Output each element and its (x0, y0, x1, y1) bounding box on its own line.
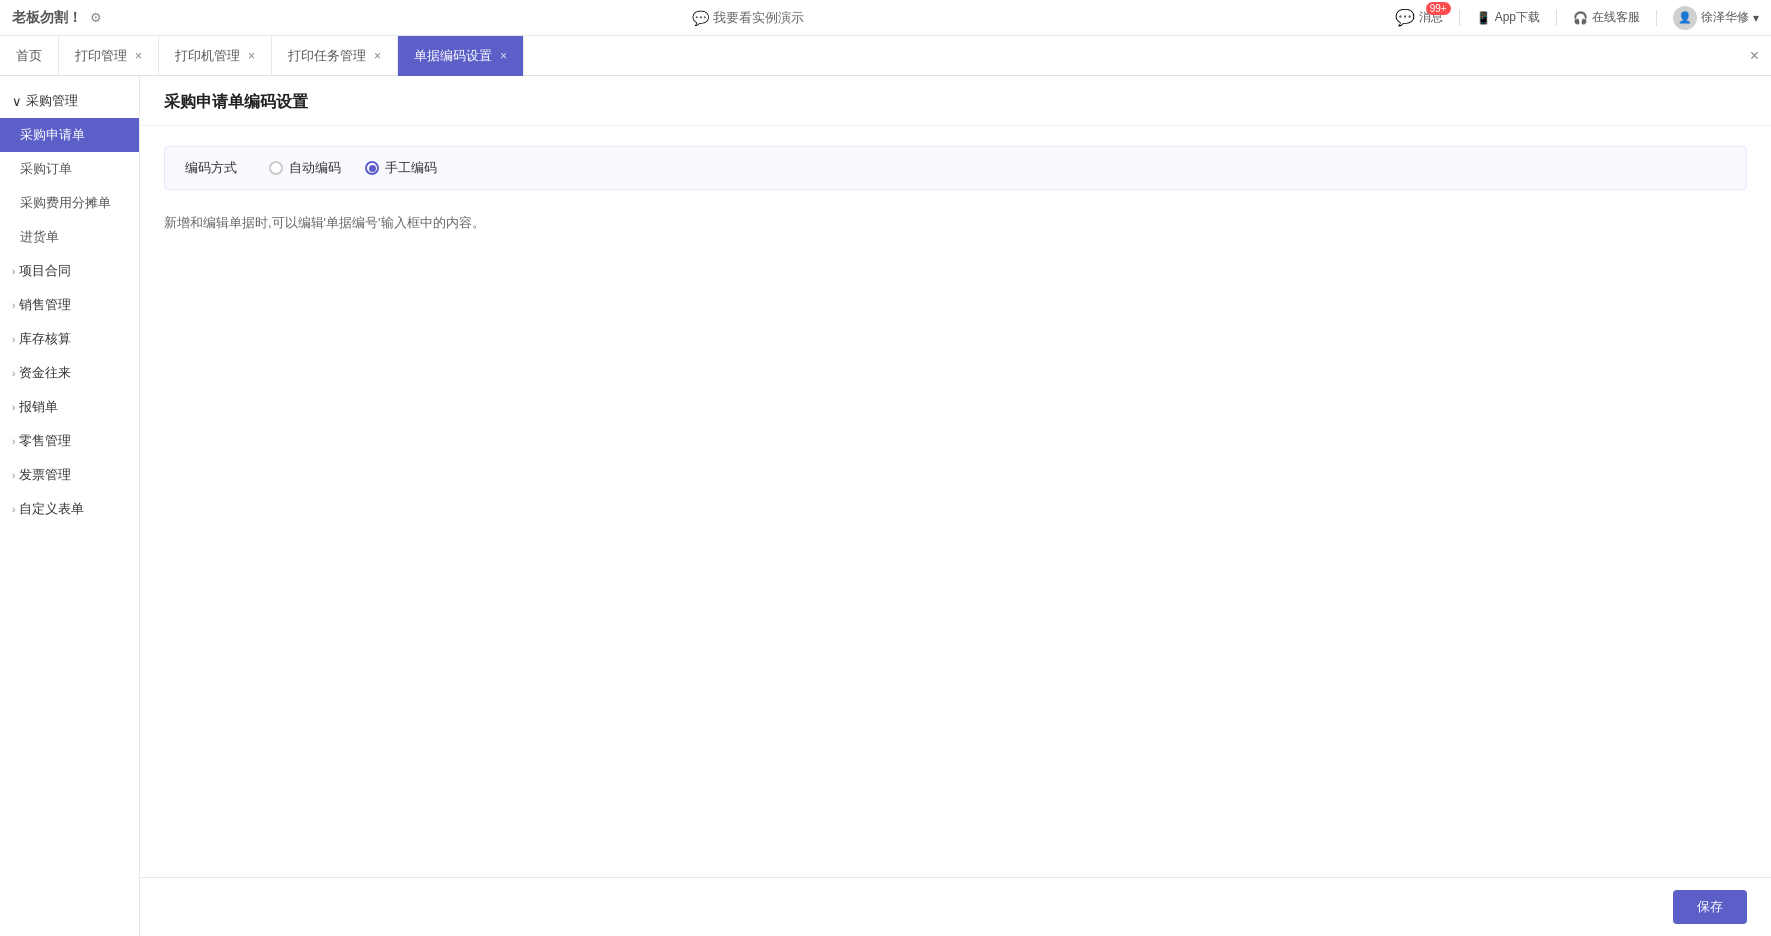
sidebar-group-invoice[interactable]: › 发票管理 (0, 458, 139, 492)
chevron-sales: › (12, 300, 15, 311)
tab-barcode-settings[interactable]: 单据编码设置 × (398, 36, 524, 76)
top-bar-left: 老板勿割！ ⚙ (12, 9, 102, 27)
tab-print-manage[interactable]: 打印管理 × (59, 36, 159, 76)
sidebar-group-procurement[interactable]: ∨ 采购管理 (0, 84, 139, 118)
encoding-method-row: 编码方式 自动编码 手工编码 (164, 146, 1747, 190)
page-footer: 保存 (140, 877, 1771, 936)
info-text: 新增和编辑单据时,可以编辑'单据编号'输入框中的内容。 (164, 210, 1747, 236)
user-profile-button[interactable]: 👤 徐泽华修 ▾ (1673, 6, 1759, 30)
tab-print-task[interactable]: 打印任务管理 × (272, 36, 398, 76)
auto-code-label: 自动编码 (289, 159, 341, 177)
retail-group-label: 零售管理 (19, 432, 71, 450)
procurement-group-label: 采购管理 (26, 92, 78, 110)
online-service-button[interactable]: 🎧 在线客服 (1573, 9, 1640, 26)
sidebar-group-project-contract[interactable]: › 项目合同 (0, 254, 139, 288)
chevron-project: › (12, 266, 15, 277)
tab-print-manage-label: 打印管理 (75, 47, 127, 65)
content-area: 采购申请单编码设置 编码方式 自动编码 手工编码 新增和编辑单据时,可以编辑'单… (140, 76, 1771, 936)
tab-print-task-label: 打印任务管理 (288, 47, 366, 65)
chevron-custom-form: › (12, 504, 15, 515)
manual-code-option[interactable]: 手工编码 (365, 159, 437, 177)
procurement-chevron: ∨ (12, 94, 22, 109)
tab-home-label: 首页 (16, 47, 42, 65)
app-icon: 📱 (1476, 11, 1491, 25)
page-title: 采购申请单编码设置 (164, 93, 308, 110)
settings-section: 编码方式 自动编码 手工编码 新增和编辑单据时,可以编辑'单据编号'输入框中的内… (140, 126, 1771, 877)
user-dropdown-icon: ▾ (1753, 11, 1759, 25)
tab-printer-manage-close[interactable]: × (248, 49, 255, 63)
tab-print-task-close[interactable]: × (374, 49, 381, 63)
custom-form-group-label: 自定义表单 (19, 500, 84, 518)
sidebar-group-expense[interactable]: › 报销单 (0, 390, 139, 424)
chevron-finance: › (12, 368, 15, 379)
sidebar-item-purchase-expense-label: 采购费用分摊单 (20, 195, 111, 210)
tab-bar-close-button[interactable]: × (1738, 47, 1771, 65)
settings-icon[interactable]: ⚙ (90, 10, 102, 25)
demo-text: 我要看实例演示 (713, 9, 804, 27)
tab-barcode-settings-close[interactable]: × (500, 49, 507, 63)
sales-group-label: 销售管理 (19, 296, 71, 314)
service-icon: 🎧 (1573, 11, 1588, 25)
message-icon: 💬 (1395, 8, 1415, 27)
chevron-retail: › (12, 436, 15, 447)
top-bar-right: 💬 消息 99+ 📱 App下载 🎧 在线客服 👤 徐泽华修 ▾ (1395, 6, 1759, 30)
sidebar-group-sales[interactable]: › 销售管理 (0, 288, 139, 322)
sidebar-item-purchase-order-label: 采购订单 (20, 161, 72, 176)
main-layout: ∨ 采购管理 采购申请单 采购订单 采购费用分摊单 进货单 › 项目合同 › 销… (0, 76, 1771, 936)
message-button[interactable]: 💬 消息 99+ (1395, 8, 1443, 27)
auto-code-option[interactable]: 自动编码 (269, 159, 341, 177)
tab-bar: 首页 打印管理 × 打印机管理 × 打印任务管理 × 单据编码设置 × × (0, 36, 1771, 76)
tab-barcode-settings-label: 单据编码设置 (414, 47, 492, 65)
avatar: 👤 (1673, 6, 1697, 30)
page-header: 采购申请单编码设置 (140, 76, 1771, 126)
app-download-button[interactable]: 📱 App下载 (1476, 9, 1540, 26)
finance-group-label: 资金往来 (19, 364, 71, 382)
divider3 (1656, 10, 1657, 26)
sidebar-item-purchase-expense[interactable]: 采购费用分摊单 (0, 186, 139, 220)
sidebar-group-finance[interactable]: › 资金往来 (0, 356, 139, 390)
sidebar-group-retail[interactable]: › 零售管理 (0, 424, 139, 458)
sidebar-group-custom-form[interactable]: › 自定义表单 (0, 492, 139, 526)
chevron-expense: › (12, 402, 15, 413)
sidebar-item-incoming[interactable]: 进货单 (0, 220, 139, 254)
tab-printer-manage[interactable]: 打印机管理 × (159, 36, 272, 76)
inventory-group-label: 库存核算 (19, 330, 71, 348)
project-contract-label: 项目合同 (19, 262, 71, 280)
sidebar: ∨ 采购管理 采购申请单 采购订单 采购费用分摊单 进货单 › 项目合同 › 销… (0, 76, 140, 936)
chevron-inventory: › (12, 334, 15, 345)
message-badge: 99+ (1426, 2, 1451, 15)
divider (1459, 10, 1460, 26)
app-download-label: App下载 (1495, 9, 1540, 26)
tab-home[interactable]: 首页 (0, 36, 59, 76)
online-service-label: 在线客服 (1592, 9, 1640, 26)
sidebar-item-purchase-request[interactable]: 采购申请单 (0, 118, 139, 152)
tab-printer-manage-label: 打印机管理 (175, 47, 240, 65)
sidebar-item-purchase-request-label: 采购申请单 (20, 127, 85, 142)
tab-print-manage-close[interactable]: × (135, 49, 142, 63)
manual-code-label: 手工编码 (385, 159, 437, 177)
top-bar: 老板勿割！ ⚙ 💬 我要看实例演示 💬 消息 99+ 📱 App下载 🎧 在线客… (0, 0, 1771, 36)
invoice-group-label: 发票管理 (19, 466, 71, 484)
manual-code-radio[interactable] (365, 161, 379, 175)
user-name: 徐泽华修 (1701, 9, 1749, 26)
auto-code-radio[interactable] (269, 161, 283, 175)
sidebar-item-incoming-label: 进货单 (20, 229, 59, 244)
save-button[interactable]: 保存 (1673, 890, 1747, 924)
chevron-invoice: › (12, 470, 15, 481)
sidebar-group-inventory[interactable]: › 库存核算 (0, 322, 139, 356)
expense-group-label: 报销单 (19, 398, 58, 416)
encoding-method-label: 编码方式 (185, 159, 237, 177)
demo-link[interactable]: 💬 我要看实例演示 (692, 9, 804, 27)
logo-text: 老板勿割！ (12, 9, 82, 27)
sidebar-item-purchase-order[interactable]: 采购订单 (0, 152, 139, 186)
divider2 (1556, 10, 1557, 26)
